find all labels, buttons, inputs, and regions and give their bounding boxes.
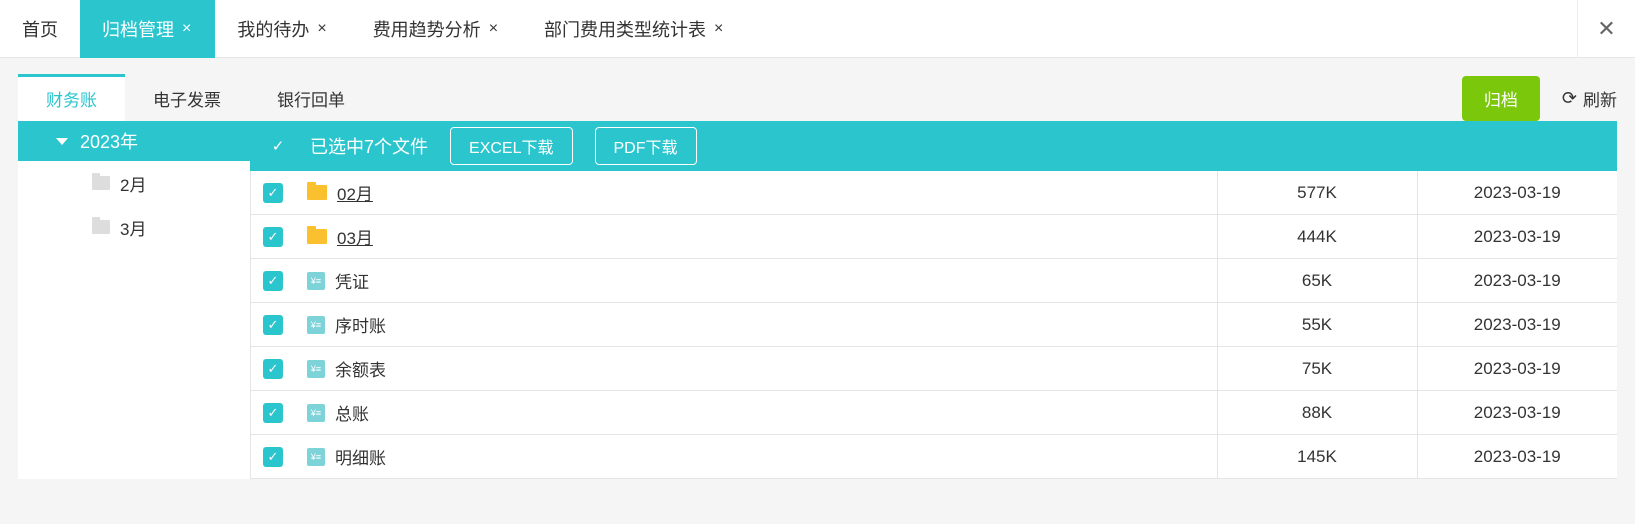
main-panel: 2023年 2月 3月 ✓ 已选中7个文件 EXCEL下载 PDF下载 ✓ 02月 5…	[18, 121, 1617, 479]
row-checkbox[interactable]: ✓	[263, 447, 283, 467]
file-size: 145K	[1217, 435, 1417, 479]
sub-tab[interactable]: 电子发票	[125, 77, 249, 121]
top-tab-label: 部门费用类型统计表	[544, 16, 706, 42]
sub-tab[interactable]: 财务账	[18, 74, 125, 121]
file-name: 余额表	[335, 356, 386, 381]
top-tab[interactable]: 费用趋势分析 ×	[351, 0, 522, 58]
file-date: 2023-03-19	[1417, 259, 1617, 303]
file-name: 序时账	[335, 312, 386, 337]
content-area: 财务账电子发票银行回单 归档 ⟳ 刷新 2023年 2月 3月 ✓ 已选中7个文件…	[0, 58, 1635, 479]
close-icon[interactable]: ×	[712, 20, 725, 38]
refresh-button[interactable]: ⟳ 刷新	[1562, 86, 1617, 111]
pdf-download-button[interactable]: PDF下载	[595, 127, 697, 165]
table-row: ✓ ¥≡ 明细账 145K2023-03-19	[251, 435, 1618, 479]
top-tab-bar: 首页 归档管理 × 我的待办 × 费用趋势分析 × 部门费用类型统计表 × ✕	[0, 0, 1635, 58]
file-size: 55K	[1217, 303, 1417, 347]
file-area: ✓ 已选中7个文件 EXCEL下载 PDF下载 ✓02月577K2023-03-…	[250, 121, 1617, 479]
file-icon: ¥≡	[307, 360, 325, 378]
file-icon: ¥≡	[307, 272, 325, 290]
file-size: 88K	[1217, 391, 1417, 435]
tree-month-label: 3月	[120, 215, 146, 240]
folder-icon	[307, 185, 327, 200]
close-icon[interactable]: ×	[180, 20, 193, 38]
close-all-tabs-icon[interactable]: ✕	[1577, 0, 1635, 58]
row-checkbox[interactable]: ✓	[263, 315, 283, 335]
row-checkbox[interactable]: ✓	[263, 359, 283, 379]
tree-month-node[interactable]: 2月	[18, 161, 250, 205]
file-icon: ¥≡	[307, 448, 325, 466]
archive-button[interactable]: 归档	[1462, 76, 1540, 121]
tree-year-label: 2023年	[80, 128, 138, 154]
sub-tab-row: 财务账电子发票银行回单 归档 ⟳ 刷新	[18, 76, 1617, 121]
close-icon[interactable]: ×	[487, 20, 500, 38]
action-buttons: 归档 ⟳ 刷新	[1462, 76, 1617, 121]
folder-icon	[92, 176, 110, 190]
tree-month-node[interactable]: 3月	[18, 205, 250, 249]
top-tab[interactable]: 归档管理 ×	[80, 0, 215, 58]
folder-icon	[92, 220, 110, 234]
file-date: 2023-03-19	[1417, 303, 1617, 347]
table-row: ✓ ¥≡ 序时账 55K2023-03-19	[251, 303, 1618, 347]
file-size: 65K	[1217, 259, 1417, 303]
folder-icon	[307, 229, 327, 244]
file-date: 2023-03-19	[1417, 215, 1617, 259]
row-checkbox[interactable]: ✓	[263, 403, 283, 423]
file-size: 444K	[1217, 215, 1417, 259]
refresh-icon: ⟳	[1562, 88, 1577, 109]
file-size: 75K	[1217, 347, 1417, 391]
sub-tab[interactable]: 银行回单	[249, 77, 373, 121]
table-row: ✓ 03月 444K2023-03-19	[251, 215, 1618, 259]
row-checkbox[interactable]: ✓	[263, 271, 283, 291]
row-checkbox[interactable]: ✓	[263, 183, 283, 203]
top-tab-label: 费用趋势分析	[373, 16, 481, 42]
select-all-check-icon[interactable]: ✓	[268, 136, 288, 156]
file-name: 明细账	[335, 444, 386, 469]
sub-tabs: 财务账电子发票银行回单	[18, 77, 373, 121]
refresh-label: 刷新	[1583, 86, 1617, 111]
tree-month-label: 2月	[120, 171, 146, 196]
sidebar-tree: 2023年 2月 3月	[18, 121, 250, 479]
top-tab[interactable]: 首页	[0, 0, 80, 58]
file-icon: ¥≡	[307, 404, 325, 422]
file-table: ✓02月577K2023-03-19✓03月444K2023-03-19✓¥≡凭…	[250, 171, 1617, 479]
excel-download-button[interactable]: EXCEL下载	[450, 127, 572, 165]
top-tab[interactable]: 部门费用类型统计表 ×	[522, 0, 747, 58]
folder-name-link[interactable]: 03月	[337, 224, 373, 249]
file-date: 2023-03-19	[1417, 435, 1617, 479]
folder-name-link[interactable]: 02月	[337, 180, 373, 205]
table-row: ✓ ¥≡ 凭证 65K2023-03-19	[251, 259, 1618, 303]
file-name: 凭证	[335, 268, 369, 293]
file-date: 2023-03-19	[1417, 347, 1617, 391]
caret-down-icon	[56, 138, 68, 145]
file-date: 2023-03-19	[1417, 171, 1617, 215]
top-tab-label: 我的待办	[237, 16, 309, 42]
table-row: ✓ 02月 577K2023-03-19	[251, 171, 1618, 215]
top-tab-label: 首页	[22, 16, 58, 42]
selection-bar: ✓ 已选中7个文件 EXCEL下载 PDF下载	[250, 121, 1617, 171]
file-name: 总账	[335, 400, 369, 425]
file-date: 2023-03-19	[1417, 391, 1617, 435]
tree-year-node[interactable]: 2023年	[18, 121, 250, 161]
top-tab[interactable]: 我的待办 ×	[215, 0, 350, 58]
row-checkbox[interactable]: ✓	[263, 227, 283, 247]
close-icon[interactable]: ×	[315, 20, 328, 38]
file-icon: ¥≡	[307, 316, 325, 334]
top-tab-label: 归档管理	[102, 16, 174, 42]
file-size: 577K	[1217, 171, 1417, 215]
table-row: ✓ ¥≡ 总账 88K2023-03-19	[251, 391, 1618, 435]
selection-count-text: 已选中7个文件	[310, 133, 428, 159]
table-row: ✓ ¥≡ 余额表 75K2023-03-19	[251, 347, 1618, 391]
